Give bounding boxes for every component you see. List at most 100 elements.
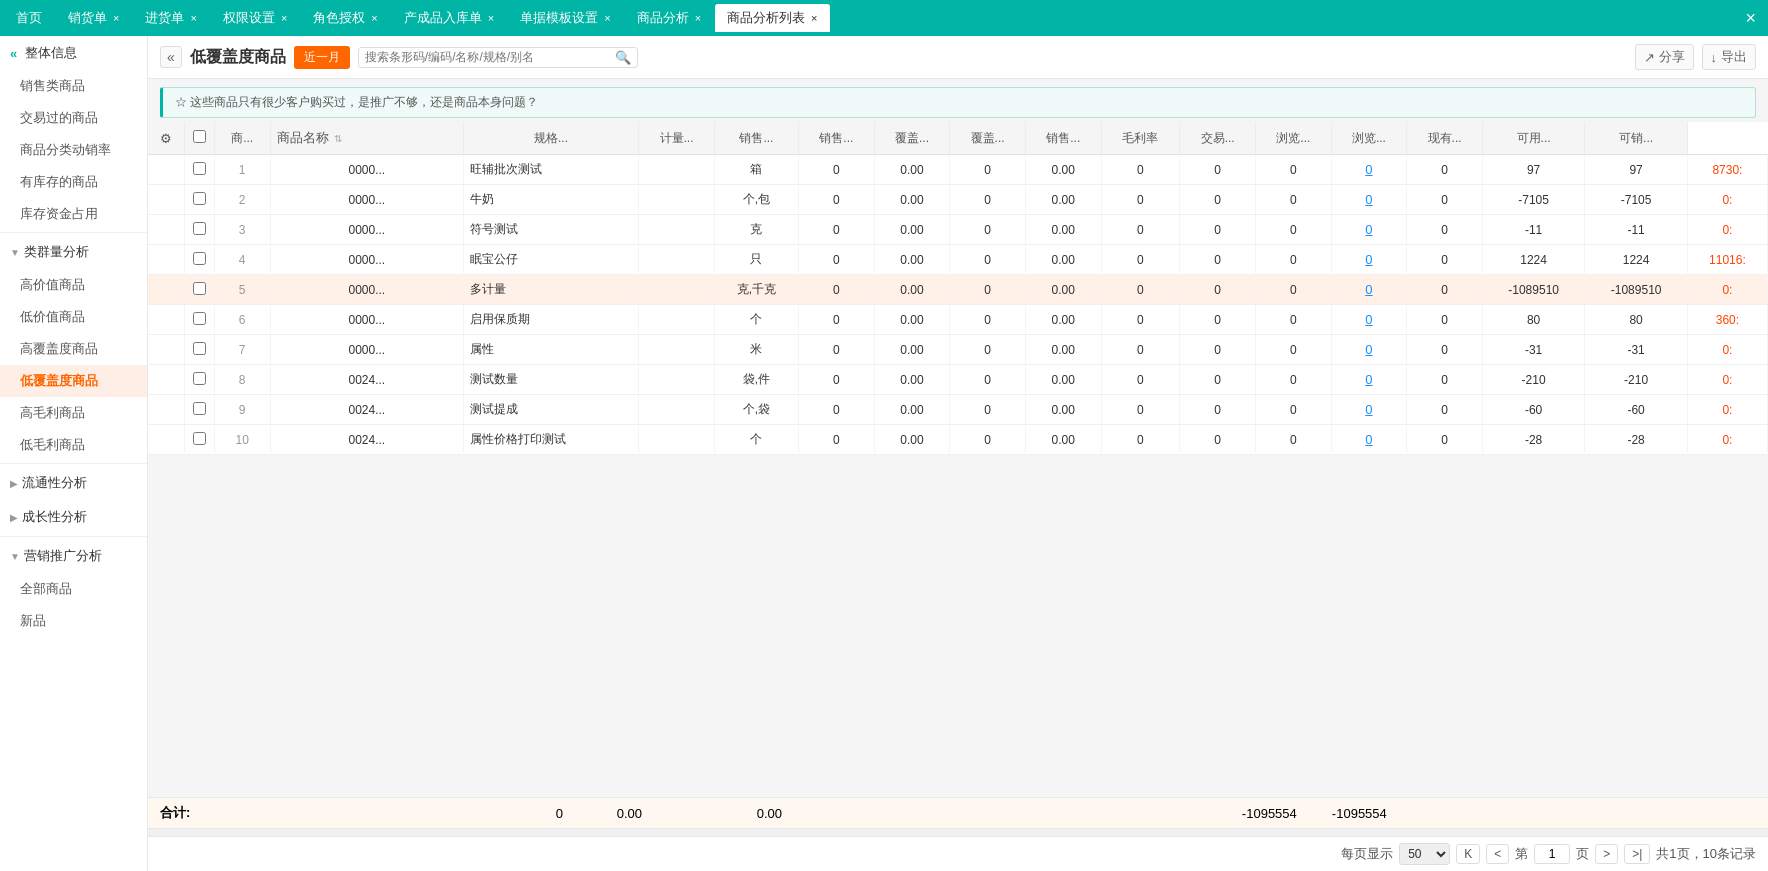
share-button[interactable]: ↗ 分享 <box>1635 44 1694 70</box>
view-count1-link[interactable]: 0 <box>1365 162 1372 177</box>
select-all-checkbox[interactable] <box>193 130 206 143</box>
col-sale-qty[interactable]: 销售... <box>714 122 798 155</box>
tab-template-settings-label: 单据模板设置 <box>520 9 598 27</box>
sidebar-item-traded-goods[interactable]: 交易过的商品 <box>0 102 147 134</box>
row-checkbox[interactable] <box>193 162 206 175</box>
page-size-select[interactable]: 50 100 200 <box>1399 843 1450 865</box>
row-checkbox[interactable] <box>193 372 206 385</box>
view-count1-link[interactable]: 0 <box>1365 402 1372 417</box>
first-page-button[interactable]: K <box>1456 844 1480 864</box>
view-count1-link[interactable]: 0 <box>1365 252 1372 267</box>
settings-icon[interactable]: ⚙ <box>160 131 172 146</box>
tab-template-settings[interactable]: 单据模板设置 × <box>508 4 622 32</box>
col-sale-amt[interactable]: 销售... <box>799 122 875 155</box>
col-cover2[interactable]: 覆盖... <box>950 122 1026 155</box>
horizontal-scrollbar[interactable] <box>148 828 1768 836</box>
tab-sales-order[interactable]: 销货单 × <box>56 4 131 32</box>
cell-sale-qty: 0 <box>799 425 875 455</box>
sidebar-item-new-goods[interactable]: 新品 <box>0 605 147 637</box>
col-checkbox[interactable] <box>184 122 214 155</box>
col-current-qty[interactable]: 现有... <box>1407 122 1483 155</box>
close-icon[interactable]: × <box>371 12 377 24</box>
sidebar-item-category-sale-rate[interactable]: 商品分类动销率 <box>0 134 147 166</box>
sidebar-item-all-goods[interactable]: 全部商品 <box>0 573 147 605</box>
sidebar-collapse-button[interactable]: « <box>160 46 182 68</box>
tab-goods-analysis-list[interactable]: 商品分析列表 × <box>715 4 829 32</box>
page-number-input[interactable] <box>1534 844 1570 864</box>
next-page-button[interactable]: > <box>1595 844 1618 864</box>
tab-permission-settings[interactable]: 权限设置 × <box>211 4 299 32</box>
sidebar-section-liquidity[interactable]: ▶ 流通性分析 <box>0 466 147 500</box>
view-count1-link[interactable]: 0 <box>1365 372 1372 387</box>
col-gross-rate[interactable]: 毛利率 <box>1101 122 1180 155</box>
table-wrapper[interactable]: ⚙ 商... 商品名称 ⇅ 规格... 计量... 销售... 销售... 覆盖… <box>148 122 1768 797</box>
row-checkbox[interactable] <box>193 402 206 415</box>
col-spec[interactable]: 规格... <box>463 122 638 155</box>
view-count1-link[interactable]: 0 <box>1365 312 1372 327</box>
col-available-qty[interactable]: 可用... <box>1482 122 1585 155</box>
sidebar-item-low-value[interactable]: 低价值商品 <box>0 301 147 333</box>
sidebar-section-marketing[interactable]: ▼ 营销推广分析 <box>0 539 147 573</box>
cell-view1: 0 <box>1331 305 1407 335</box>
row-checkbox[interactable] <box>193 342 206 355</box>
prev-page-button[interactable]: < <box>1486 844 1509 864</box>
cell-saleable-qty: 360: <box>1687 305 1767 335</box>
row-checkbox[interactable] <box>193 192 206 205</box>
col-settings[interactable]: ⚙ <box>148 122 184 155</box>
col-trade-count[interactable]: 交易... <box>1180 122 1256 155</box>
view-count1-link[interactable]: 0 <box>1365 192 1372 207</box>
close-icon[interactable]: × <box>281 12 287 24</box>
row-checkbox[interactable] <box>193 222 206 235</box>
sidebar-section-cluster[interactable]: ▼ 类群量分析 <box>0 235 147 269</box>
close-icon[interactable]: × <box>811 12 817 24</box>
col-name[interactable]: 商品名称 ⇅ <box>270 122 463 155</box>
close-icon[interactable]: × <box>190 12 196 24</box>
sidebar-item-high-value[interactable]: 高价值商品 <box>0 269 147 301</box>
cell-code: 0024... <box>270 365 463 395</box>
col-view2[interactable]: 浏览... <box>1331 122 1407 155</box>
cell-current-qty: -210 <box>1482 365 1585 395</box>
view-count1-link[interactable]: 0 <box>1365 342 1372 357</box>
sidebar-item-high-margin[interactable]: 高毛利商品 <box>0 397 147 429</box>
sidebar-section-growth[interactable]: ▶ 成长性分析 <box>0 500 147 534</box>
sidebar-item-inventory-capital[interactable]: 库存资金占用 <box>0 198 147 230</box>
col-saleable-qty[interactable]: 可销... <box>1585 122 1688 155</box>
col-cover1[interactable]: 覆盖... <box>874 122 950 155</box>
tab-product-inbound[interactable]: 产成品入库单 × <box>392 4 506 32</box>
last-page-button[interactable]: >| <box>1624 844 1650 864</box>
sidebar-item-high-coverage[interactable]: 高覆盖度商品 <box>0 333 147 365</box>
col-view1[interactable]: 浏览... <box>1256 122 1332 155</box>
search-input[interactable] <box>365 50 611 64</box>
cell-available-qty: 1224 <box>1585 245 1688 275</box>
sidebar-collapse-icon[interactable]: « <box>10 46 17 61</box>
close-icon[interactable]: × <box>604 12 610 24</box>
export-button[interactable]: ↓ 导出 <box>1702 44 1757 70</box>
sidebar-item-in-stock-goods[interactable]: 有库存的商品 <box>0 166 147 198</box>
close-all-button[interactable]: × <box>1737 8 1764 29</box>
tab-home[interactable]: 首页 <box>4 4 54 32</box>
tab-purchase-order[interactable]: 进货单 × <box>133 4 208 32</box>
date-filter-button[interactable]: 近一月 <box>294 46 350 69</box>
row-checkbox[interactable] <box>193 432 206 445</box>
sidebar-item-low-margin[interactable]: 低毛利商品 <box>0 429 147 461</box>
sidebar-section-overall[interactable]: « 整体信息 <box>0 36 147 70</box>
row-checkbox[interactable] <box>193 282 206 295</box>
col-unit[interactable]: 计量... <box>639 122 715 155</box>
tab-goods-analysis[interactable]: 商品分析 × <box>625 4 713 32</box>
col-sale-stat[interactable]: 销售... <box>1025 122 1101 155</box>
close-icon[interactable]: × <box>695 12 701 24</box>
row-checkbox[interactable] <box>193 312 206 325</box>
tab-role-auth[interactable]: 角色授权 × <box>301 4 389 32</box>
view-count1-link[interactable]: 0 <box>1365 432 1372 447</box>
row-checkbox[interactable] <box>193 252 206 265</box>
close-icon[interactable]: × <box>488 12 494 24</box>
cell-available-qty: -28 <box>1585 425 1688 455</box>
close-icon[interactable]: × <box>113 12 119 24</box>
cell-code: 0000... <box>270 155 463 185</box>
view-count1-link[interactable]: 0 <box>1365 282 1372 297</box>
cell-checkbox <box>184 365 214 395</box>
view-count1-link[interactable]: 0 <box>1365 222 1372 237</box>
sidebar-item-sales-goods[interactable]: 销售类商品 <box>0 70 147 102</box>
col-code[interactable]: 商... <box>214 122 270 155</box>
sidebar-item-low-coverage[interactable]: 低覆盖度商品 <box>0 365 147 397</box>
